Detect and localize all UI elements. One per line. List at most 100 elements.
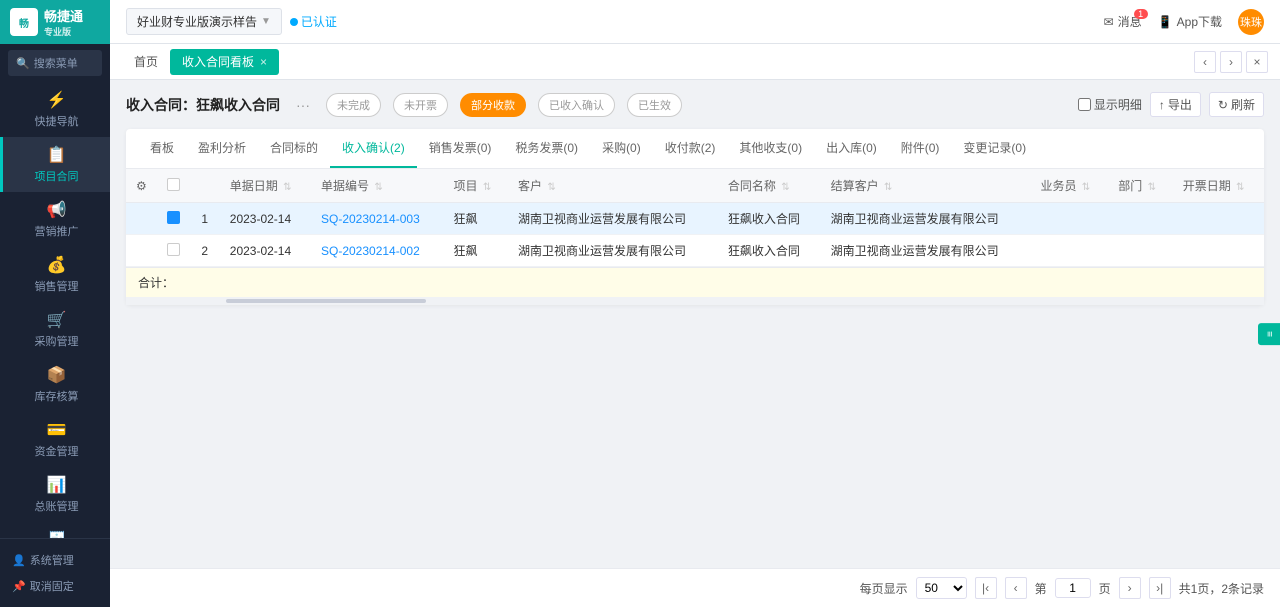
company-selector[interactable]: 好业财专业版演示样告 ▼ xyxy=(126,8,282,35)
th-date[interactable]: 单据日期 ⇅ xyxy=(220,169,311,203)
purchase-icon: 🛒 xyxy=(47,310,67,330)
sidebar-item-invoice[interactable]: 🧾 发票管理 xyxy=(0,522,110,538)
sort-icon: ⇅ xyxy=(884,182,892,193)
row-invoice-date-cell xyxy=(1173,203,1264,235)
tab-payment[interactable]: 收付款(2) xyxy=(653,129,728,168)
right-float-button[interactable]: ≡ xyxy=(1258,323,1280,345)
app-download-action[interactable]: 📱 App下载 xyxy=(1158,13,1222,30)
th-checkbox[interactable] xyxy=(157,169,190,203)
row-code-cell[interactable]: SQ-20230214-002 xyxy=(311,235,444,267)
th-customer[interactable]: 客户 ⇅ xyxy=(508,169,718,203)
th-department[interactable]: 部门 ⇅ xyxy=(1108,169,1172,203)
table-header: ⚙ 单据日期 ⇅ 单据编号 ⇅ 项目 ⇅ 客户 ⇅ 合同名称 ⇅ 结算客户 ⇅ … xyxy=(126,169,1264,203)
th-project[interactable]: 项目 ⇅ xyxy=(444,169,508,203)
avatar-text: 珠珠 xyxy=(1240,14,1262,30)
row-code-cell[interactable]: SQ-20230214-003 xyxy=(311,203,444,235)
th-code[interactable]: 单据编号 ⇅ xyxy=(311,169,444,203)
tab-purchase[interactable]: 采购(0) xyxy=(590,129,653,168)
tab-change-log[interactable]: 变更记录(0) xyxy=(951,129,1038,168)
row-checkbox[interactable] xyxy=(167,243,180,256)
refresh-button[interactable]: ↻ 刷新 xyxy=(1209,92,1264,117)
th-salesperson[interactable]: 业务员 ⇅ xyxy=(1030,169,1108,203)
project-contract-icon: 📋 xyxy=(47,145,67,165)
topbar: 好业财专业版演示样告 ▼ 已认证 ✉ 消息 1 📱 App下载 珠珠 xyxy=(110,0,1280,44)
per-page-select[interactable]: 50 100 xyxy=(916,577,967,599)
sidebar-item-general-account[interactable]: 📊 总账管理 xyxy=(0,467,110,522)
th-settings[interactable]: ⚙ xyxy=(126,169,157,203)
tabbar: 首页 收入合同看板 × ‹ › × xyxy=(110,44,1280,80)
status-effective-button[interactable]: 已生效 xyxy=(627,93,682,117)
row-checkbox[interactable] xyxy=(167,211,180,224)
tab-close-all-button[interactable]: × xyxy=(1246,51,1268,73)
th-invoice-date[interactable]: 开票日期 ⇅ xyxy=(1173,169,1264,203)
tab-close-icon[interactable]: × xyxy=(260,55,267,69)
tab-next-button[interactable]: › xyxy=(1220,51,1242,73)
select-all-checkbox[interactable] xyxy=(167,178,180,191)
contract-more-button[interactable]: ··· xyxy=(292,97,314,113)
table-body: 1 2023-02-14 SQ-20230214-003 狂飙 湖南卫视商业运营… xyxy=(126,203,1264,267)
tab-kanban[interactable]: 看板 xyxy=(138,129,186,168)
sidebar-item-inventory[interactable]: 📦 库存核算 xyxy=(0,357,110,412)
tab-label: 收入合同看板 xyxy=(182,53,254,70)
last-page-button[interactable]: ›| xyxy=(1149,577,1171,599)
table-row[interactable]: 1 2023-02-14 SQ-20230214-003 狂飙 湖南卫视商业运营… xyxy=(126,203,1264,235)
page-input[interactable] xyxy=(1055,578,1091,598)
table-row[interactable]: 2 2023-02-14 SQ-20230214-002 狂飙 湖南卫视商业运营… xyxy=(126,235,1264,267)
logo-text: 畅捷通 xyxy=(44,6,83,25)
tab-tax-invoice[interactable]: 税务发票(0) xyxy=(503,129,590,168)
search-menu-label: 搜索菜单 xyxy=(34,55,78,71)
status-partial-button[interactable]: 部分收款 xyxy=(460,93,526,117)
tab-outbound[interactable]: 出入库(0) xyxy=(814,129,889,168)
tab-contract-standard[interactable]: 合同标的 xyxy=(258,129,330,168)
sidebar-item-label: 快捷导航 xyxy=(35,113,79,129)
certified-badge: 已认证 xyxy=(290,13,337,30)
sidebar-item-label: 总账管理 xyxy=(35,498,79,514)
show-detail-text: 显示明细 xyxy=(1094,96,1142,113)
first-page-button[interactable]: |‹ xyxy=(975,577,997,599)
tab-home[interactable]: 首页 xyxy=(122,44,170,80)
row-code-link[interactable]: SQ-20230214-002 xyxy=(321,244,420,258)
sort-icon: ⇅ xyxy=(1148,182,1156,193)
status-incomplete-button[interactable]: 未完成 xyxy=(326,93,381,117)
tab-profit[interactable]: 盈利分析 xyxy=(186,129,258,168)
th-contract-name[interactable]: 合同名称 ⇅ xyxy=(718,169,821,203)
prev-page-button[interactable]: ‹ xyxy=(1005,577,1027,599)
message-badge: 1 xyxy=(1134,9,1148,19)
row-result-customer-cell: 湖南卫视商业运营发展有限公司 xyxy=(821,203,1031,235)
tab-attachment[interactable]: 附件(0) xyxy=(889,129,952,168)
status-confirmed-button[interactable]: 已收入确认 xyxy=(538,93,615,117)
sidebar-item-purchase[interactable]: 🛒 采购管理 xyxy=(0,302,110,357)
message-action[interactable]: ✉ 消息 1 xyxy=(1104,13,1142,30)
row-code-link[interactable]: SQ-20230214-003 xyxy=(321,212,420,226)
row-checkbox-cell[interactable] xyxy=(157,203,190,235)
status-uninvoiced-button[interactable]: 未开票 xyxy=(393,93,448,117)
sidebar-item-quick-nav[interactable]: ⚡ 快捷导航 xyxy=(0,82,110,137)
th-result-customer[interactable]: 结算客户 ⇅ xyxy=(821,169,1031,203)
certified-text: 已认证 xyxy=(301,13,337,30)
capital-icon: 💳 xyxy=(47,420,67,440)
sidebar-cancel-fixed-item[interactable]: 📌 取消固定 xyxy=(8,573,102,599)
user-avatar-action[interactable]: 珠珠 xyxy=(1238,9,1264,35)
row-contract-name-cell: 狂飙收入合同 xyxy=(718,203,821,235)
tab-contract-board[interactable]: 收入合同看板 × xyxy=(170,49,279,75)
sidebar-item-marketing[interactable]: 📢 营销推广 xyxy=(0,192,110,247)
row-project-cell: 狂飙 xyxy=(444,235,508,267)
export-button[interactable]: ↑ 导出 xyxy=(1150,92,1201,117)
sidebar-item-project-contract[interactable]: 📋 项目合同 xyxy=(0,137,110,192)
tab-income-confirm[interactable]: 收入确认(2) xyxy=(330,129,417,168)
company-name: 好业财专业版演示样告 xyxy=(137,13,257,30)
search-menu-button[interactable]: 🔍 搜索菜单 xyxy=(8,50,102,76)
show-detail-checkbox[interactable] xyxy=(1078,98,1091,111)
tab-sales-invoice[interactable]: 销售发票(0) xyxy=(417,129,504,168)
next-page-button[interactable]: › xyxy=(1119,577,1141,599)
show-detail-label[interactable]: 显示明细 xyxy=(1078,96,1142,113)
tab-other-income[interactable]: 其他收支(0) xyxy=(727,129,814,168)
sidebar-system-item[interactable]: 👤 系统管理 xyxy=(8,547,102,573)
sidebar-nav: ⚡ 快捷导航 📋 项目合同 📢 营销推广 💰 销售管理 🛒 采购管理 📦 库存核… xyxy=(0,82,110,538)
sidebar-item-capital[interactable]: 💳 资金管理 xyxy=(0,412,110,467)
scroll-bar[interactable] xyxy=(226,299,426,303)
row-checkbox-cell[interactable] xyxy=(157,235,190,267)
tab-prev-button[interactable]: ‹ xyxy=(1194,51,1216,73)
inventory-icon: 📦 xyxy=(47,365,67,385)
sidebar-item-sales[interactable]: 💰 销售管理 xyxy=(0,247,110,302)
